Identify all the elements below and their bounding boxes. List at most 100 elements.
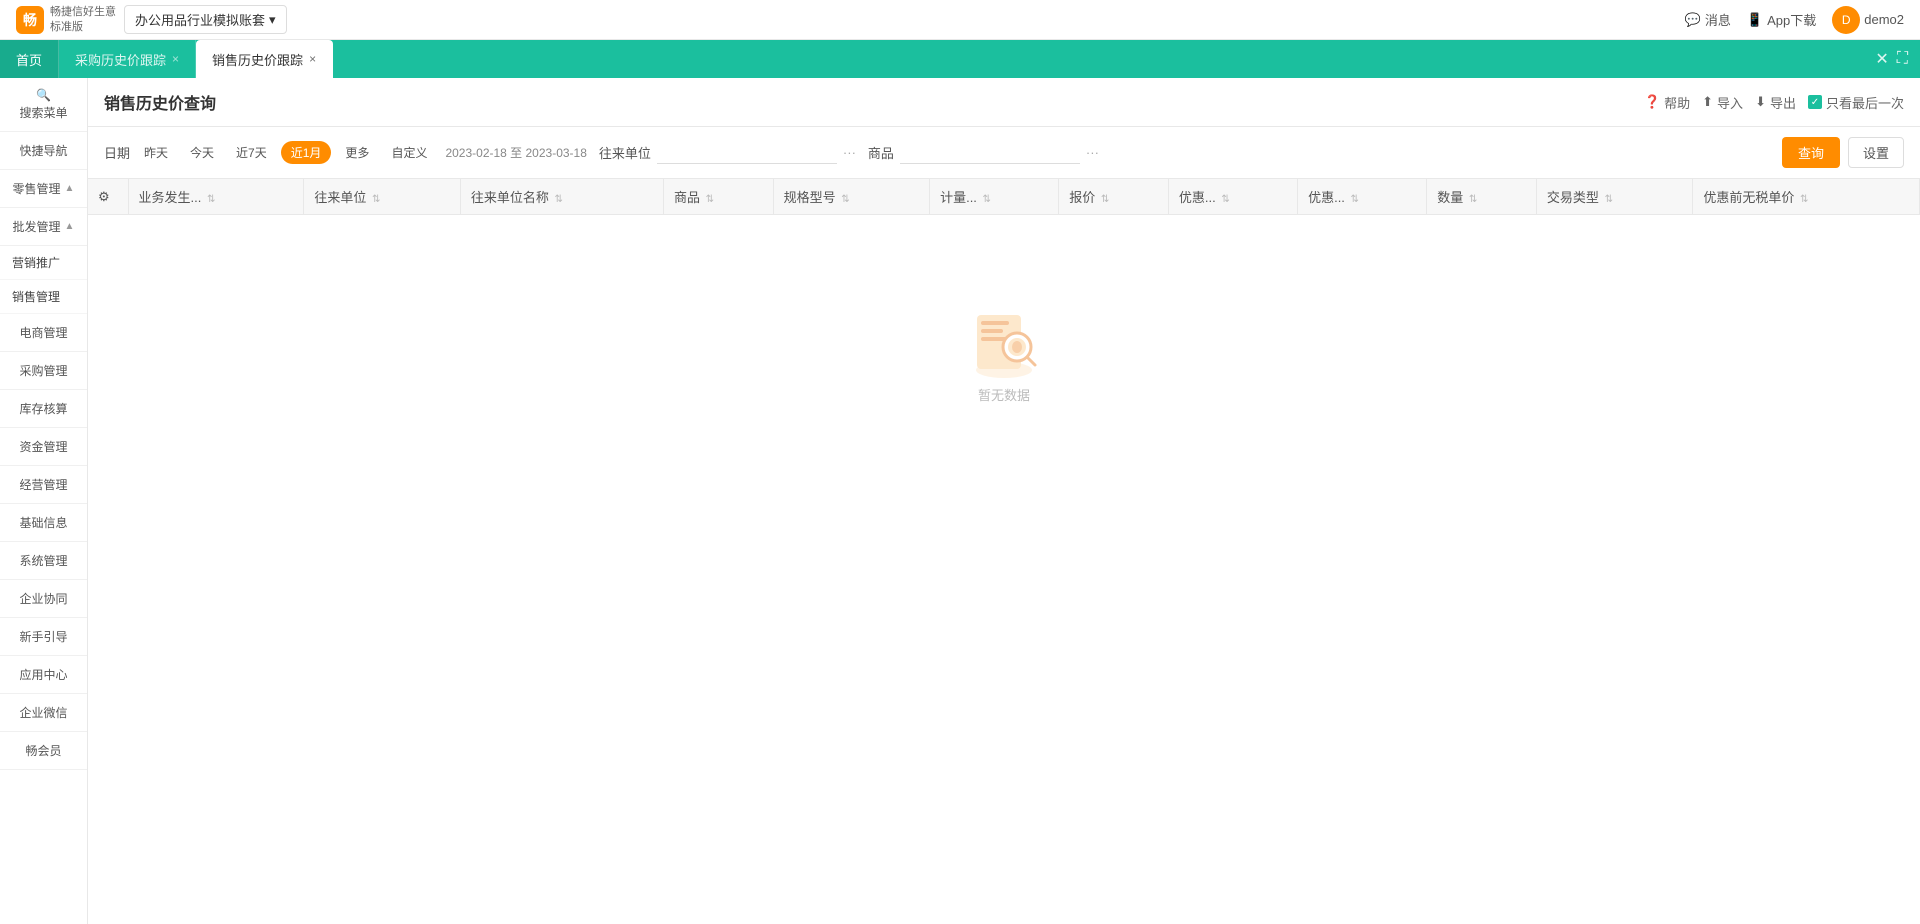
- sidebar-item-enterprise-collab[interactable]: 企业协同: [0, 580, 87, 618]
- filter-actions: 查询 设置: [1782, 137, 1904, 168]
- table-col-biz-date[interactable]: 业务发生... ⇅: [128, 179, 304, 215]
- product-input[interactable]: [900, 142, 1080, 164]
- table-col-spec[interactable]: 规格型号 ⇅: [773, 179, 929, 215]
- only-last-checkbox-area[interactable]: ✓ 只看最后一次: [1808, 93, 1904, 112]
- logo-icon: 畅: [16, 6, 44, 34]
- table-col-unit[interactable]: 计量... ⇅: [930, 179, 1059, 215]
- sort-icon: ⇅: [554, 194, 562, 205]
- sidebar-item-quick-nav[interactable]: 快捷导航: [0, 132, 87, 170]
- app-selector[interactable]: 办公用品行业模拟账套 ▾: [124, 5, 287, 34]
- sidebar-item-ecommerce-mgmt[interactable]: 电商管理: [0, 314, 87, 352]
- sidebar-item-enterprise-wechat[interactable]: 企业微信: [0, 694, 87, 732]
- sidebar-item-purchase-mgmt[interactable]: 采购管理: [0, 352, 87, 390]
- close-tab-purchase[interactable]: ×: [172, 52, 179, 66]
- table-col-settings: ⚙: [88, 179, 128, 215]
- search-btn[interactable]: 查询: [1782, 137, 1840, 168]
- checkbox-icon: ✓: [1808, 95, 1822, 109]
- user-menu[interactable]: D demo2: [1832, 6, 1904, 34]
- date-today-btn[interactable]: 今天: [182, 141, 222, 164]
- table-col-product[interactable]: 商品 ⇅: [663, 179, 773, 215]
- sidebar-item-basic-info[interactable]: 基础信息: [0, 504, 87, 542]
- table-col-partner-code[interactable]: 往来单位 ⇅: [304, 179, 460, 215]
- sort-icon: ⇅: [1351, 194, 1359, 205]
- sidebar-item-search-menu[interactable]: 🔍 搜索菜单: [0, 78, 87, 132]
- sort-icon: ⇅: [1800, 194, 1808, 205]
- sidebar-item-member[interactable]: 畅会员: [0, 732, 87, 770]
- logo-text: 畅捷信好生意 标准版: [50, 5, 116, 34]
- date-filter-group: 日期 昨天 今天 近7天 近1月 更多 自定义 2023-02-18 至 202…: [104, 141, 587, 164]
- sort-icon: ⇅: [207, 194, 215, 205]
- table-col-discount1[interactable]: 优惠... ⇅: [1168, 179, 1297, 215]
- chevron-up-icon: ▲: [65, 221, 75, 232]
- date-last1m-btn[interactable]: 近1月: [281, 141, 332, 164]
- partner-filter-group: 往来单位 ···: [599, 142, 856, 164]
- date-more-btn[interactable]: 更多: [337, 141, 377, 164]
- empty-illustration: [959, 295, 1049, 385]
- top-bar-left: 畅 畅捷信好生意 标准版 办公用品行业模拟账套 ▾: [16, 5, 287, 34]
- empty-state: 暂无数据: [88, 215, 1920, 484]
- sort-icon: ⇅: [1605, 194, 1613, 205]
- table-col-partner-name[interactable]: 往来单位名称 ⇅: [460, 179, 663, 215]
- page-title: 销售历史价查询: [104, 90, 216, 114]
- top-bar: 畅 畅捷信好生意 标准版 办公用品行业模拟账套 ▾ 💬 消息 📱 App下载 D…: [0, 0, 1920, 40]
- sidebar-item-wholesale-mgmt[interactable]: 批发管理 ▲: [0, 208, 87, 246]
- top-bar-right: 💬 消息 📱 App下载 D demo2: [1685, 6, 1904, 34]
- sidebar-item-operations-mgmt[interactable]: 经营管理: [0, 466, 87, 504]
- download-icon: 📱: [1747, 12, 1763, 28]
- table-col-pretax-price[interactable]: 优惠前无税单价 ⇅: [1693, 179, 1920, 215]
- export-icon: ⬇: [1755, 94, 1766, 110]
- message-btn[interactable]: 💬 消息: [1685, 10, 1731, 29]
- product-dots[interactable]: ···: [1086, 145, 1099, 160]
- close-tab-sales[interactable]: ×: [309, 52, 316, 66]
- partner-label: 往来单位: [599, 143, 651, 162]
- data-table: ⚙ 业务发生... ⇅ 往来单位 ⇅ 往来单位名称 ⇅: [88, 179, 1920, 215]
- settings-icon[interactable]: ⚙: [98, 189, 110, 204]
- sidebar-item-system-mgmt[interactable]: 系统管理: [0, 542, 87, 580]
- setting-btn[interactable]: 设置: [1848, 137, 1904, 168]
- sort-icon: ⇅: [372, 194, 380, 205]
- partner-dots[interactable]: ···: [843, 145, 856, 160]
- fullscreen-btn[interactable]: ⛶: [1897, 50, 1908, 68]
- sidebar-item-inventory[interactable]: 库存核算: [0, 390, 87, 428]
- app-download-btn[interactable]: 📱 App下载: [1747, 10, 1816, 29]
- date-label: 日期: [104, 143, 130, 162]
- filter-bar: 日期 昨天 今天 近7天 近1月 更多 自定义 2023-02-18 至 202…: [88, 127, 1920, 179]
- date-custom-btn[interactable]: 自定义: [383, 141, 435, 164]
- sidebar-item-sales-mgmt[interactable]: 销售管理: [0, 280, 87, 314]
- table-col-quantity[interactable]: 数量 ⇅: [1427, 179, 1537, 215]
- page-header: 销售历史价查询 ❓ 帮助 ⬆ 导入 ⬇ 导出 ✓: [88, 78, 1920, 127]
- tab-home[interactable]: 首页: [0, 40, 59, 78]
- search-icon: 🔍: [36, 88, 51, 102]
- help-btn[interactable]: ❓ 帮助: [1644, 93, 1690, 112]
- tab-bar: 首页 采购历史价跟踪 × 销售历史价跟踪 × ✕ ⛶: [0, 40, 1920, 78]
- sidebar-item-app-center[interactable]: 应用中心: [0, 656, 87, 694]
- main-layout: 🔍 搜索菜单 快捷导航 零售管理 ▲ 批发管理 ▲ 营销推广 销售管理 电商管理…: [0, 78, 1920, 924]
- tab-purchase-history[interactable]: 采购历史价跟踪 ×: [59, 40, 196, 78]
- sidebar-item-marketing[interactable]: 营销推广: [0, 246, 87, 280]
- partner-input[interactable]: [657, 142, 837, 164]
- sort-icon: ⇅: [1101, 194, 1109, 205]
- chevron-up-icon: ▲: [65, 183, 75, 194]
- content-area: 销售历史价查询 ❓ 帮助 ⬆ 导入 ⬇ 导出 ✓: [88, 78, 1920, 924]
- sidebar-item-retail-mgmt[interactable]: 零售管理 ▲: [0, 170, 87, 208]
- export-btn[interactable]: ⬇ 导出: [1755, 93, 1796, 112]
- product-filter-group: 商品 ···: [868, 142, 1099, 164]
- date-yesterday-btn[interactable]: 昨天: [136, 141, 176, 164]
- sort-icon: ⇅: [1221, 194, 1229, 205]
- close-window-btn[interactable]: ✕: [1875, 49, 1888, 69]
- sidebar-item-new-guide[interactable]: 新手引导: [0, 618, 87, 656]
- tab-sales-history[interactable]: 销售历史价跟踪 ×: [196, 40, 333, 78]
- page-actions: ❓ 帮助 ⬆ 导入 ⬇ 导出 ✓ 只看最后一次: [1644, 93, 1904, 112]
- table-col-discount2[interactable]: 优惠... ⇅: [1298, 179, 1427, 215]
- import-icon: ⬆: [1702, 94, 1713, 110]
- table-col-quote[interactable]: 报价 ⇅: [1059, 179, 1169, 215]
- sort-icon: ⇅: [841, 194, 849, 205]
- sort-icon: ⇅: [1469, 194, 1477, 205]
- import-btn[interactable]: ⬆ 导入: [1702, 93, 1743, 112]
- logo-area: 畅 畅捷信好生意 标准版: [16, 5, 116, 34]
- date-last7-btn[interactable]: 近7天: [228, 141, 275, 164]
- table-col-trade-type[interactable]: 交易类型 ⇅: [1536, 179, 1692, 215]
- chevron-down-icon: ▾: [269, 12, 276, 28]
- sidebar-item-finance-mgmt[interactable]: 资金管理: [0, 428, 87, 466]
- table-head: ⚙ 业务发生... ⇅ 往来单位 ⇅ 往来单位名称 ⇅: [88, 179, 1920, 215]
